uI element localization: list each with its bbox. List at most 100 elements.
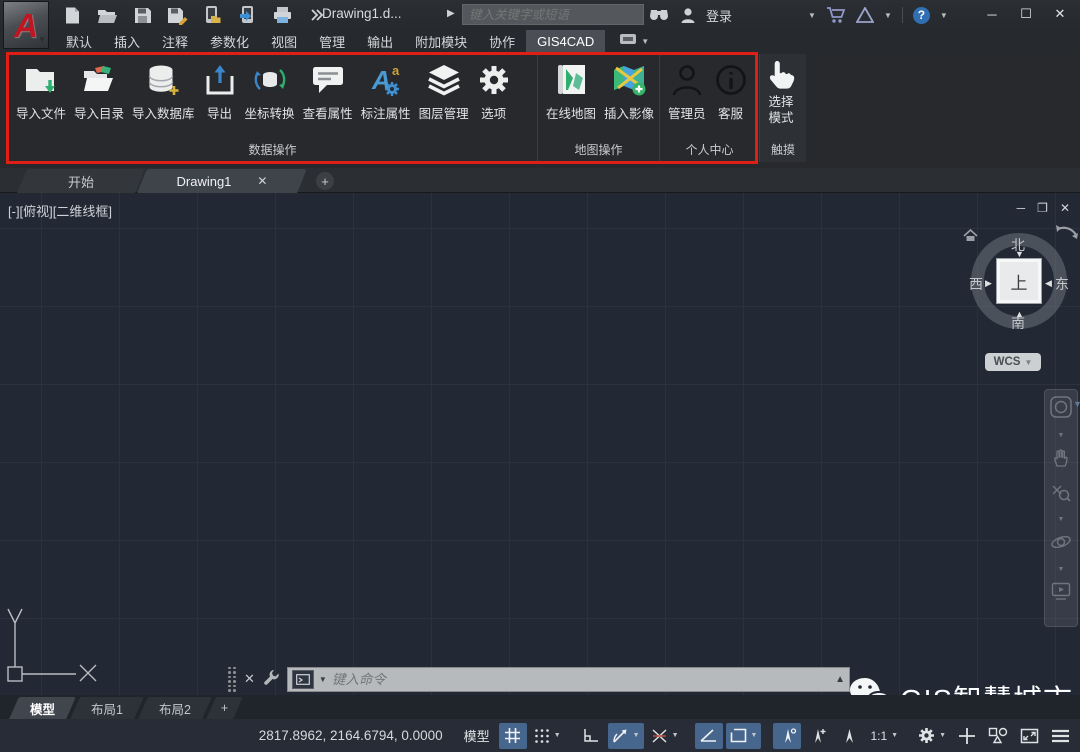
group-label-personal[interactable]: 个人中心: [660, 140, 759, 162]
help-icon[interactable]: ?: [913, 7, 930, 24]
coordinate-convert-button[interactable]: 坐标转换: [241, 58, 299, 124]
compass-west-label[interactable]: 西: [969, 274, 983, 294]
fullscreen-button[interactable]: [1015, 723, 1043, 749]
command-input[interactable]: [332, 672, 826, 687]
export-button[interactable]: 导出: [199, 58, 241, 124]
tab-gis4cad[interactable]: GIS4CAD: [526, 30, 605, 52]
group-label-map-ops[interactable]: 地图操作: [538, 140, 659, 162]
navigation-bar[interactable]: ▼ ▼ ▼: [1044, 389, 1078, 627]
annotation-visibility-toggle[interactable]: [773, 723, 801, 749]
showmotion-icon[interactable]: [1051, 582, 1071, 605]
open-from-mobile-icon[interactable]: [200, 3, 224, 27]
open-folder-icon[interactable]: [95, 3, 119, 27]
tab-manage[interactable]: 管理: [308, 30, 356, 52]
save-icon[interactable]: [130, 3, 154, 27]
app-caret-icon[interactable]: ▼: [884, 11, 892, 20]
annotation-scale-value[interactable]: 1:1▼: [866, 723, 902, 749]
pan-hand-icon[interactable]: [1051, 448, 1071, 473]
coordinates-display[interactable]: 2817.8962, 2164.6794, 0.0000: [259, 728, 443, 743]
dyninput-caret-icon[interactable]: ▼: [751, 732, 758, 739]
ribbon-display-icon[interactable]: [619, 32, 637, 50]
snap-caret-icon[interactable]: ▼: [554, 732, 561, 739]
import-folder-button[interactable]: 导入目录: [70, 58, 128, 124]
osnap-toggle[interactable]: [695, 723, 723, 749]
tab-view[interactable]: 视图: [260, 30, 308, 52]
search-input[interactable]: [463, 5, 643, 24]
tab-collaborate[interactable]: 协作: [478, 30, 526, 52]
command-wrench-icon[interactable]: [263, 669, 279, 690]
login-caret-icon[interactable]: ▼: [808, 11, 816, 20]
command-close-icon[interactable]: ✕: [244, 671, 255, 687]
command-drag-handle-icon[interactable]: [228, 667, 236, 692]
layout1-tab[interactable]: 布局1: [75, 697, 139, 719]
select-mode-button[interactable]: 选择模式: [766, 58, 796, 126]
insert-imagery-button[interactable]: 插入影像: [600, 58, 658, 124]
add-layout-tab[interactable]: +: [211, 697, 238, 719]
import-database-button[interactable]: 导入数据库: [128, 58, 199, 124]
admin-button[interactable]: 管理员: [664, 58, 710, 124]
cube-arrow-left-icon[interactable]: ▶: [985, 278, 992, 289]
search-box[interactable]: [462, 4, 644, 25]
group-label-data-ops[interactable]: 数据操作: [8, 140, 537, 162]
file-tab-drawing1[interactable]: Drawing1 ✕: [142, 169, 302, 193]
customization-menu-button[interactable]: [1046, 723, 1074, 749]
wcs-dropdown[interactable]: WCS▼: [985, 353, 1041, 371]
cube-arrow-down-icon[interactable]: ▲: [1015, 309, 1024, 319]
workspace-gear-button[interactable]: ▼: [914, 723, 950, 749]
viewport-restore-icon[interactable]: ❐: [1037, 201, 1048, 215]
orbit-icon[interactable]: [1050, 532, 1072, 557]
file-tab-start[interactable]: 开始: [22, 169, 140, 193]
annotation-autoscale-toggle[interactable]: [804, 723, 832, 749]
service-button[interactable]: 客服: [710, 58, 752, 124]
viewport-controls-label[interactable]: [-][俯视][二维线框]: [8, 201, 112, 220]
annotation-scale-icon[interactable]: [835, 723, 863, 749]
user-icon[interactable]: [680, 3, 696, 27]
ribbon-display-caret-icon[interactable]: ▼: [641, 37, 649, 46]
zoom-magnifier-icon[interactable]: [1051, 482, 1071, 507]
new-file-icon[interactable]: [60, 3, 84, 27]
workspace-caret-icon[interactable]: ▼: [939, 732, 946, 739]
close-button[interactable]: ✕: [1046, 0, 1074, 28]
polar-caret-icon[interactable]: ▼: [633, 732, 640, 739]
app-menu-button[interactable]: A ▼: [3, 1, 49, 49]
viewcube-top-face[interactable]: 上: [997, 259, 1041, 303]
tab-close-icon[interactable]: ✕: [257, 174, 267, 188]
save-as-icon[interactable]: [165, 3, 189, 27]
compass-east-label[interactable]: 东: [1055, 274, 1069, 294]
snap-toggle[interactable]: ▼: [530, 723, 565, 749]
navbar-caret3-icon[interactable]: ▼: [1058, 566, 1065, 573]
new-tab-button[interactable]: +: [316, 172, 334, 190]
import-file-button[interactable]: 导入文件: [12, 58, 70, 124]
tab-addins[interactable]: 附加模块: [404, 30, 478, 52]
autodesk-app-icon[interactable]: [856, 3, 874, 27]
steering-wheel-icon[interactable]: [1050, 396, 1072, 423]
login-label[interactable]: 登录: [706, 6, 732, 25]
navbar-caret2-icon[interactable]: ▼: [1058, 516, 1065, 523]
online-map-button[interactable]: 在线地图: [542, 58, 600, 124]
plot-icon[interactable]: [270, 3, 294, 27]
viewport-close-icon[interactable]: ✕: [1060, 201, 1070, 215]
tab-output[interactable]: 输出: [356, 30, 404, 52]
group-label-touch[interactable]: 触摸: [760, 140, 806, 162]
isolate-objects-button[interactable]: [984, 723, 1012, 749]
navbar-caret-icon[interactable]: ▼: [1058, 432, 1065, 439]
viewcube-home-icon[interactable]: [963, 229, 978, 245]
ortho-toggle[interactable]: [577, 723, 605, 749]
tab-default[interactable]: 默认: [55, 30, 103, 52]
model-tab[interactable]: 模型: [14, 697, 71, 719]
tab-insert[interactable]: 插入: [103, 30, 151, 52]
search-binoculars-icon[interactable]: [648, 3, 670, 27]
command-line[interactable]: ✕ ▼ ▲: [228, 665, 850, 693]
cart-icon[interactable]: [826, 3, 846, 27]
command-prompt-icon[interactable]: [292, 670, 314, 689]
crosshair-plus-button[interactable]: [953, 723, 981, 749]
help-caret-icon[interactable]: ▼: [940, 11, 948, 20]
command-input-box[interactable]: ▼ ▲: [287, 667, 850, 692]
cube-arrow-right-icon[interactable]: ◀: [1045, 278, 1052, 289]
minimize-button[interactable]: ─: [978, 0, 1006, 28]
command-expand-icon[interactable]: ▲: [835, 674, 845, 685]
maximize-button[interactable]: ☐: [1012, 0, 1040, 28]
drawing-canvas[interactable]: [-][俯视][二维线框] ─ ❐ ✕ 北 南 西 东 ▼ ▲ ▶ ◀ 上 WC…: [0, 193, 1080, 695]
annotate-attributes-button[interactable]: Aa 标注属性: [357, 58, 415, 124]
options-button[interactable]: 选项: [473, 58, 515, 124]
